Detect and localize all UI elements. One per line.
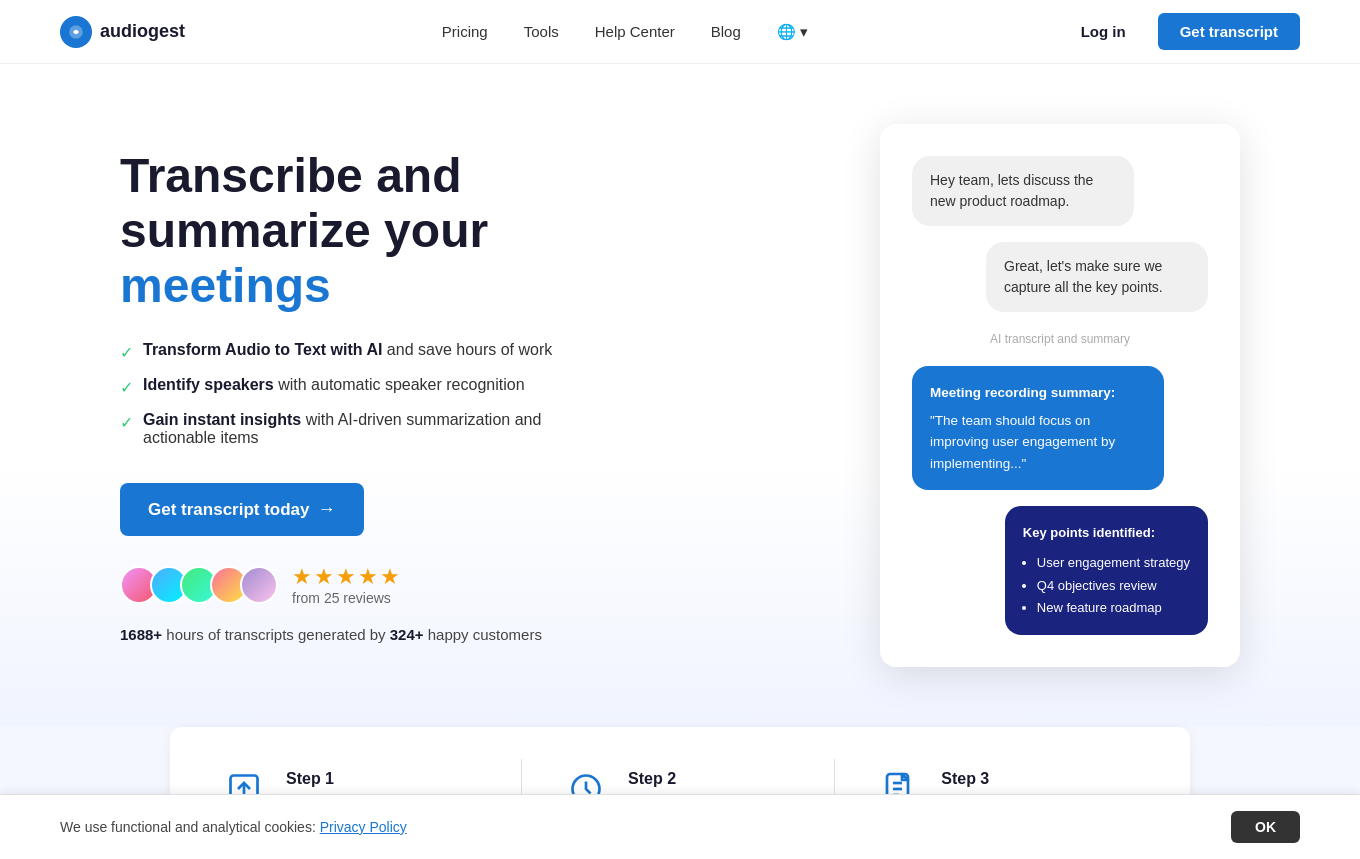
check-icon-3: ✓ [120,413,133,432]
nav-link-blog[interactable]: Blog [711,23,741,40]
keypoints-list: User engagement strategy Q4 objectives r… [1023,552,1190,618]
chat-mockup: Hey team, lets discuss the new product r… [880,124,1240,667]
feature-item-3: ✓ Gain instant insights with AI-driven s… [120,411,600,447]
arrow-icon: → [318,499,336,520]
stats-text: 1688+ hours of transcripts generated by … [120,626,600,643]
chat-summary: Meeting recording summary: "The team sho… [912,366,1164,490]
login-button[interactable]: Log in [1065,15,1142,48]
language-selector[interactable]: 🌐 ▾ [777,23,808,41]
feature-item-1: ✓ Transform Audio to Text with AI and sa… [120,341,600,362]
divider-label: AI transcript and summary [912,332,1208,346]
rating-block: ★★★★★ from 25 reviews [292,564,402,606]
cookie-banner: We use functional and analytical cookies… [0,794,1360,859]
star-rating: ★★★★★ [292,564,402,590]
privacy-policy-link[interactable]: Privacy Policy [320,819,407,835]
keypoint-1: User engagement strategy [1037,552,1190,574]
hero-title: Transcribe and summarize your meetings [120,148,600,314]
chevron-down-icon: ▾ [800,23,808,41]
review-count: from 25 reviews [292,590,402,606]
logo-text: audiogest [100,21,185,42]
avatar-group [120,566,278,604]
cookie-ok-button[interactable]: OK [1231,811,1300,843]
hero-content: Transcribe and summarize your meetings ✓… [120,148,600,644]
logo-svg [67,23,85,41]
nav-links: Pricing Tools Help Center Blog 🌐 ▾ [442,23,808,41]
logo-icon [60,16,92,48]
feature-list: ✓ Transform Audio to Text with AI and sa… [120,341,600,447]
check-icon-2: ✓ [120,378,133,397]
nav-link-pricing[interactable]: Pricing [442,23,488,40]
chat-bubble-1: Hey team, lets discuss the new product r… [912,156,1134,226]
nav-link-tools[interactable]: Tools [524,23,559,40]
get-transcript-button[interactable]: Get transcript [1158,13,1300,50]
check-icon-1: ✓ [120,343,133,362]
cookie-text: We use functional and analytical cookies… [60,819,407,835]
social-proof: ★★★★★ from 25 reviews [120,564,600,606]
avatar-5 [240,566,278,604]
hero-cta-button[interactable]: Get transcript today → [120,483,364,536]
feature-item-2: ✓ Identify speakers with automatic speak… [120,376,600,397]
chat-bubble-2: Great, let's make sure we capture all th… [986,242,1208,312]
logo[interactable]: audiogest [60,16,185,48]
hero-section: Transcribe and summarize your meetings ✓… [0,64,1360,727]
nav-actions: Log in Get transcript [1065,13,1300,50]
chat-keypoints: Key points identified: User engagement s… [1005,506,1208,634]
nav-link-help[interactable]: Help Center [595,23,675,40]
globe-icon: 🌐 [777,23,796,41]
keypoint-3: New feature roadmap [1037,597,1190,619]
hero-illustration: Hey team, lets discuss the new product r… [880,124,1240,667]
hero-title-accent: meetings [120,259,331,312]
keypoint-2: Q4 objectives review [1037,575,1190,597]
navbar: audiogest Pricing Tools Help Center Blog… [0,0,1360,64]
